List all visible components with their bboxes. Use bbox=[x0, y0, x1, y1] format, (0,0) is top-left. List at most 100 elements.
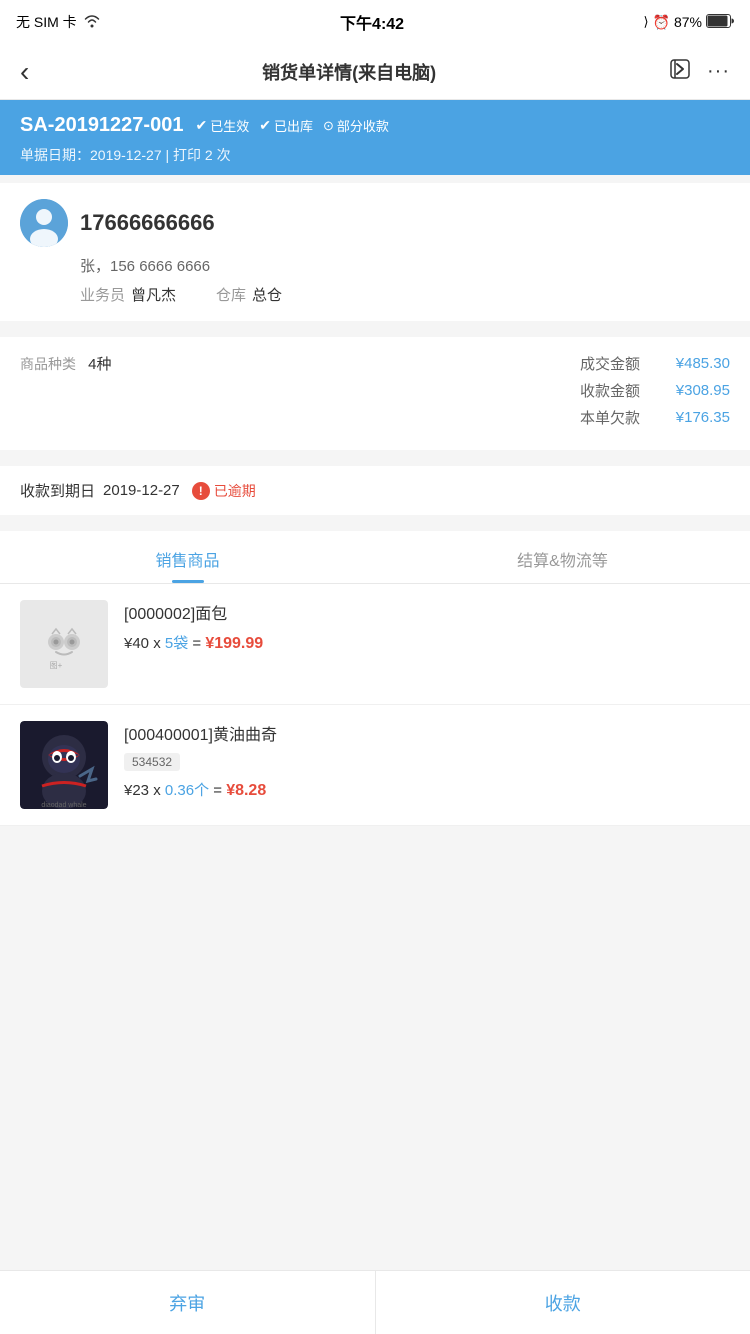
amount-value-3: ¥176.35 bbox=[650, 409, 730, 426]
divider-3 bbox=[0, 458, 750, 466]
svg-text:图+: 图+ bbox=[50, 661, 63, 670]
qty-2: 0.36个 bbox=[165, 782, 209, 799]
status-bar: 无 SIM 卡 下午4:42 ⟩ ⏰ 87% bbox=[0, 0, 750, 44]
sales-meta: 业务员 曾凡杰 bbox=[80, 284, 176, 305]
tab-products[interactable]: 销售商品 bbox=[0, 531, 375, 583]
category-label: 商品种类 bbox=[20, 356, 76, 372]
product-code-2: [000400001] bbox=[124, 727, 213, 744]
product-info-2: [000400001]黄油曲奇 534532 ¥23 x 0.36个 = ¥8.… bbox=[124, 721, 730, 800]
status-time: 下午4:42 bbox=[340, 10, 404, 34]
price-unit-2: ¥23 x bbox=[124, 782, 165, 799]
overdue-badge: ! 已逾期 bbox=[192, 481, 256, 501]
product-image-2: diaodad whale bbox=[20, 721, 108, 809]
banner-badges: ✔ 已生效 ✔ 已出库 ⊙ 部分收款 bbox=[195, 116, 388, 135]
page-title: 销货单详情(来自电脑) bbox=[262, 59, 436, 85]
badge-activated-label: 已生效 bbox=[210, 116, 249, 135]
product-name-2: [000400001]黄油曲奇 bbox=[124, 721, 730, 745]
wifi-icon bbox=[83, 14, 101, 31]
battery-icon bbox=[706, 14, 734, 31]
product-price-2: ¥23 x 0.36个 = ¥8.28 bbox=[124, 779, 730, 800]
warehouse-meta: 仓库 总仓 bbox=[216, 284, 282, 305]
check-icon-shipped: ✔ bbox=[259, 117, 271, 134]
banner-top: SA-20191227-001 ✔ 已生效 ✔ 已出库 ⊙ 部分收款 bbox=[20, 114, 730, 137]
overdue-icon: ! bbox=[192, 482, 210, 500]
tabs-header: 销售商品 结算&物流等 bbox=[0, 531, 750, 584]
header-banner: SA-20191227-001 ✔ 已生效 ✔ 已出库 ⊙ 部分收款 单据日期：… bbox=[0, 100, 750, 175]
sales-value: 曾凡杰 bbox=[131, 284, 176, 305]
divider-1 bbox=[0, 175, 750, 183]
product-title-1: 面包 bbox=[195, 606, 227, 623]
reject-label: 弃审 bbox=[169, 1290, 205, 1316]
equals-2: = bbox=[209, 782, 226, 799]
summary-right: 成交金额 ¥485.30 收款金额 ¥308.95 本单欠款 ¥176.35 bbox=[580, 353, 730, 434]
share-button[interactable] bbox=[669, 58, 691, 86]
tabs-section: 销售商品 结算&物流等 bbox=[0, 531, 750, 584]
product-item-1: 图+ [0000002]面包 ¥40 x 5袋 = ¥199.99 bbox=[0, 584, 750, 705]
bottom-spacer bbox=[0, 826, 750, 906]
customer-id: 17666666666 bbox=[80, 210, 215, 236]
badge-shipped: ✔ 已出库 bbox=[259, 116, 313, 135]
nav-left: ‹ bbox=[20, 56, 29, 88]
reject-button[interactable]: 弃审 bbox=[0, 1271, 376, 1334]
amount-label-3: 本单欠款 bbox=[580, 407, 640, 428]
product-title-2: 黄油曲奇 bbox=[213, 727, 277, 744]
bottom-bar: 弃审 收款 bbox=[0, 1270, 750, 1334]
amount-value-2: ¥308.95 bbox=[650, 382, 730, 399]
amount-row-1: 成交金额 ¥485.30 bbox=[580, 353, 730, 374]
confirm-button[interactable]: 收款 bbox=[376, 1271, 750, 1334]
category-count: 4种 bbox=[88, 356, 111, 373]
overdue-label: 已逾期 bbox=[214, 481, 256, 501]
amount-row-2: 收款金额 ¥308.95 bbox=[580, 380, 730, 401]
location-icon: ⟩ bbox=[643, 14, 648, 30]
summary-left: 商品种类 4种 bbox=[20, 353, 112, 374]
amount-label-1: 成交金额 bbox=[580, 353, 640, 374]
due-date: 2019-12-27 bbox=[103, 482, 180, 499]
products-section: 图+ [0000002]面包 ¥40 x 5袋 = ¥199.99 bbox=[0, 584, 750, 826]
avatar bbox=[20, 199, 68, 247]
sim-label: 无 SIM 卡 bbox=[16, 12, 77, 32]
banner-sub: 单据日期：2019-12-27 | 打印 2 次 bbox=[20, 145, 730, 165]
amount-row-3: 本单欠款 ¥176.35 bbox=[580, 407, 730, 428]
warehouse-label: 仓库 bbox=[216, 284, 246, 305]
equals-1: = bbox=[188, 635, 205, 652]
summary-section: 商品种类 4种 成交金额 ¥485.30 收款金额 ¥308.95 本单欠款 ¥… bbox=[0, 337, 750, 450]
customer-meta: 业务员 曾凡杰 仓库 总仓 bbox=[20, 284, 730, 305]
more-button[interactable]: ··· bbox=[707, 60, 730, 83]
product-price-1: ¥40 x 5袋 = ¥199.99 bbox=[124, 632, 730, 653]
summary-row: 商品种类 4种 成交金额 ¥485.30 收款金额 ¥308.95 本单欠款 ¥… bbox=[20, 353, 730, 434]
total-1: ¥199.99 bbox=[205, 635, 263, 652]
order-id: SA-20191227-001 bbox=[20, 114, 183, 137]
sales-label: 业务员 bbox=[80, 284, 125, 305]
price-unit-1: ¥40 x bbox=[124, 635, 165, 652]
tab-products-label: 销售商品 bbox=[155, 553, 219, 570]
nav-bar: ‹ 销货单详情(来自电脑) ··· bbox=[0, 44, 750, 100]
product-code-1: [0000002] bbox=[124, 606, 195, 623]
battery-text: 87% bbox=[674, 14, 702, 30]
customer-top: 17666666666 bbox=[20, 199, 730, 247]
status-left: 无 SIM 卡 bbox=[16, 12, 101, 32]
due-section: 收款到期日 2019-12-27 ! 已逾期 bbox=[0, 466, 750, 515]
qty-1: 5袋 bbox=[165, 635, 188, 652]
status-right: ⟩ ⏰ 87% bbox=[643, 14, 734, 31]
warehouse-value: 总仓 bbox=[252, 284, 282, 305]
total-2: ¥8.28 bbox=[226, 782, 266, 799]
badge-activated: ✔ 已生效 bbox=[195, 116, 249, 135]
confirm-label: 收款 bbox=[545, 1290, 581, 1316]
divider-2 bbox=[0, 329, 750, 337]
check-icon-activated: ✔ bbox=[195, 117, 207, 134]
back-button[interactable]: ‹ bbox=[20, 56, 29, 88]
badge-partial-label: 部分收款 bbox=[337, 116, 389, 135]
product-info-1: [0000002]面包 ¥40 x 5袋 = ¥199.99 bbox=[124, 600, 730, 653]
customer-info: 张，156 6666 6666 bbox=[20, 255, 730, 276]
product-name-1: [0000002]面包 bbox=[124, 600, 730, 624]
badge-partial: ⊙ 部分收款 bbox=[323, 116, 389, 135]
amount-label-2: 收款金额 bbox=[580, 380, 640, 401]
tab-settlement[interactable]: 结算&物流等 bbox=[375, 531, 750, 583]
alarm-icon: ⏰ bbox=[653, 14, 670, 31]
nav-right: ··· bbox=[669, 58, 730, 86]
svg-text:diaodad whale: diaodad whale bbox=[41, 802, 86, 809]
product-image-1: 图+ bbox=[20, 600, 108, 688]
divider-4 bbox=[0, 523, 750, 531]
amount-value-1: ¥485.30 bbox=[650, 355, 730, 372]
product-sku-2: 534532 bbox=[124, 753, 180, 771]
